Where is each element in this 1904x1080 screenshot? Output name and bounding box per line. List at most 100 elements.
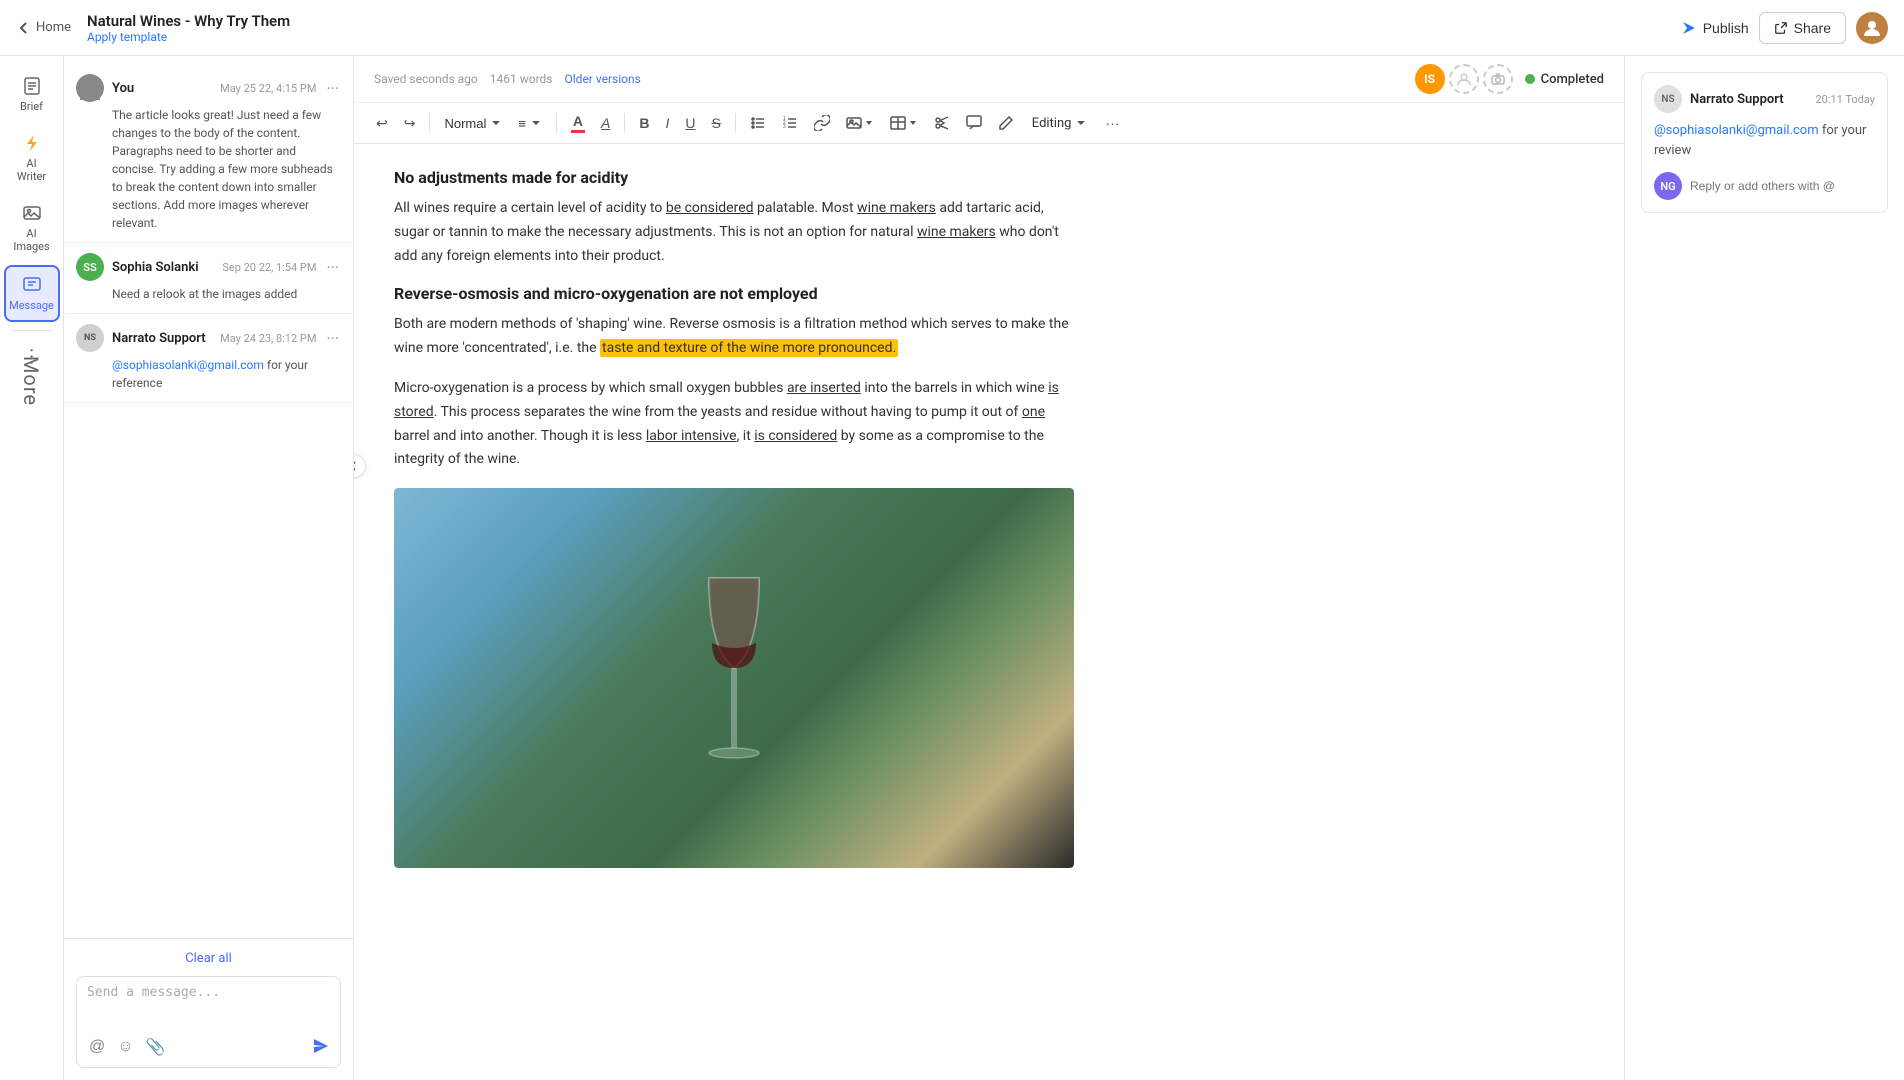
highlight-button[interactable]: A — [595, 111, 616, 135]
message-body: Need a relook at the images added — [76, 285, 341, 303]
message-body: The article looks great! Just need a few… — [76, 106, 341, 232]
comment-header: NS Narrato Support 20:11 Today — [1654, 85, 1875, 113]
chevron-down-icon-3 — [1075, 117, 1087, 129]
toolbar-divider — [429, 113, 430, 133]
undo-button[interactable]: ↩ — [370, 111, 394, 136]
format-label: Normal — [444, 116, 486, 131]
clear-all-button[interactable]: Clear all — [76, 951, 341, 976]
editor-toolbar: ↩ ↪ Normal ≡ A A B I — [354, 103, 1624, 144]
apply-template-link[interactable]: Apply template — [87, 30, 1681, 44]
align-icon: ≡ — [518, 116, 526, 131]
comment-icon — [966, 115, 982, 131]
italic-icon: I — [665, 115, 669, 131]
avatar — [76, 74, 104, 102]
wine-glass-svg — [674, 568, 794, 788]
editing-label: Editing — [1032, 116, 1072, 131]
table-button[interactable] — [884, 111, 924, 135]
italic-button[interactable]: I — [659, 111, 675, 135]
publish-button[interactable]: Publish — [1681, 20, 1749, 36]
header-title-area: Natural Wines - Why Try Them Apply templ… — [87, 12, 1681, 44]
comment-avatar: NS — [1654, 85, 1682, 113]
table-icon — [890, 115, 906, 131]
camera-button[interactable] — [1483, 64, 1513, 94]
back-button[interactable]: Home — [16, 20, 71, 36]
status-indicator: Completed — [1525, 72, 1604, 87]
underline-button[interactable]: U — [679, 111, 701, 135]
comment-time: 20:11 Today — [1815, 93, 1875, 106]
at-mention-button[interactable]: @ — [87, 1036, 107, 1058]
emoji-button[interactable]: ☺ — [115, 1036, 135, 1058]
link-button[interactable] — [808, 111, 836, 135]
message-header: NS Narrato Support May 24 23, 8:12 PM ··… — [76, 324, 341, 352]
sidebar-item-brief[interactable]: Brief — [4, 68, 60, 121]
list-item[interactable]: SS Sophia Solanki Sep 20 22, 1:54 PM ···… — [64, 243, 353, 314]
wine-image-placeholder — [394, 488, 1074, 868]
sidebar-message-label: Message — [9, 299, 54, 312]
avatar: NS — [76, 324, 104, 352]
image-icon — [22, 203, 42, 223]
avatar: SS — [76, 253, 104, 281]
message-menu-button[interactable]: ··· — [324, 256, 341, 279]
page-title: Natural Wines - Why Try Them — [87, 12, 1681, 30]
message-input-box: @ ☺ 📎 — [76, 976, 341, 1068]
editor-meta-bar: Saved seconds ago 1461 words Older versi… — [354, 56, 1624, 103]
message-input[interactable] — [87, 985, 330, 1025]
scissors-button[interactable] — [928, 111, 956, 135]
comment-body: @sophiasolanki@gmail.com for your review — [1654, 121, 1875, 160]
attach-button[interactable]: 📎 — [144, 1035, 168, 1059]
comment-button[interactable] — [960, 111, 988, 135]
sidebar-item-ai-images[interactable]: AI Images — [4, 195, 60, 261]
messages-list: You May 25 22, 4:15 PM ··· The article l… — [64, 56, 353, 938]
mention-link[interactable]: @sophiasolanki@gmail.com — [112, 358, 264, 372]
wine-image — [394, 488, 1074, 868]
message-time: May 24 23, 8:12 PM — [220, 332, 316, 345]
highlighted-phrase: taste and texture of the wine more prono… — [600, 339, 898, 357]
list-item[interactable]: NS Narrato Support May 24 23, 8:12 PM ··… — [64, 314, 353, 403]
comment-mention-link[interactable]: @sophiasolanki@gmail.com — [1654, 123, 1819, 138]
word-count: 1461 words — [490, 72, 553, 86]
bold-icon: B — [639, 115, 649, 131]
bullet-list-button[interactable] — [744, 111, 772, 135]
left-sidebar: Brief AI Writer AI Images Message ··· Mo… — [0, 56, 64, 1080]
sidebar-more-button[interactable]: ··· More — [0, 339, 65, 399]
sidebar-item-ai-writer[interactable]: AI Writer — [4, 125, 60, 191]
sidebar-ai-writer-label: AI Writer — [14, 157, 50, 183]
user-avatar[interactable] — [1856, 12, 1888, 44]
numbered-list-icon: 123 — [782, 115, 798, 131]
section1-heading: No adjustments made for acidity — [394, 168, 1074, 187]
send-button[interactable] — [312, 1037, 330, 1058]
svg-text:3: 3 — [783, 124, 786, 130]
message-body: @sophiasolanki@gmail.com for your refere… — [76, 356, 341, 392]
header-actions: Publish Share — [1681, 12, 1888, 44]
redo-button[interactable]: ↪ — [398, 111, 422, 136]
editing-mode-button[interactable]: Editing — [1024, 112, 1096, 135]
message-sender: Narrato Support — [112, 331, 212, 346]
message-sender: You — [112, 81, 212, 96]
image-insert-button[interactable] — [840, 111, 880, 135]
bold-button[interactable]: B — [633, 111, 655, 135]
list-item[interactable]: You May 25 22, 4:15 PM ··· The article l… — [64, 64, 353, 243]
bullet-icon — [750, 115, 766, 131]
message-menu-button[interactable]: ··· — [324, 77, 341, 100]
text-color-button[interactable]: A — [565, 109, 591, 137]
sidebar-ai-images-label: AI Images — [13, 227, 49, 253]
more-options-button[interactable]: ··· — [1099, 111, 1125, 135]
text-color-icon: A — [571, 113, 585, 133]
toolbar-divider-3 — [624, 113, 625, 133]
format-select[interactable]: Normal — [438, 112, 508, 135]
add-collaborator-button[interactable] — [1449, 64, 1479, 94]
message-header: You May 25 22, 4:15 PM ··· — [76, 74, 341, 102]
message-header: SS Sophia Solanki Sep 20 22, 1:54 PM ··· — [76, 253, 341, 281]
strikethrough-button[interactable]: S — [705, 111, 726, 135]
section2-heading: Reverse-osmosis and micro-oxygenation ar… — [394, 284, 1074, 303]
message-menu-button[interactable]: ··· — [324, 327, 341, 350]
older-versions-link[interactable]: Older versions — [565, 72, 641, 86]
scissors-icon — [934, 115, 950, 131]
pencil-button[interactable] — [992, 111, 1020, 135]
save-status: Saved seconds ago — [374, 72, 478, 86]
share-button[interactable]: Share — [1759, 12, 1846, 44]
reply-input[interactable] — [1690, 179, 1875, 193]
sidebar-item-message[interactable]: Message — [4, 265, 60, 322]
numbered-list-button[interactable]: 123 — [776, 111, 804, 135]
align-select[interactable]: ≡ — [512, 112, 548, 135]
